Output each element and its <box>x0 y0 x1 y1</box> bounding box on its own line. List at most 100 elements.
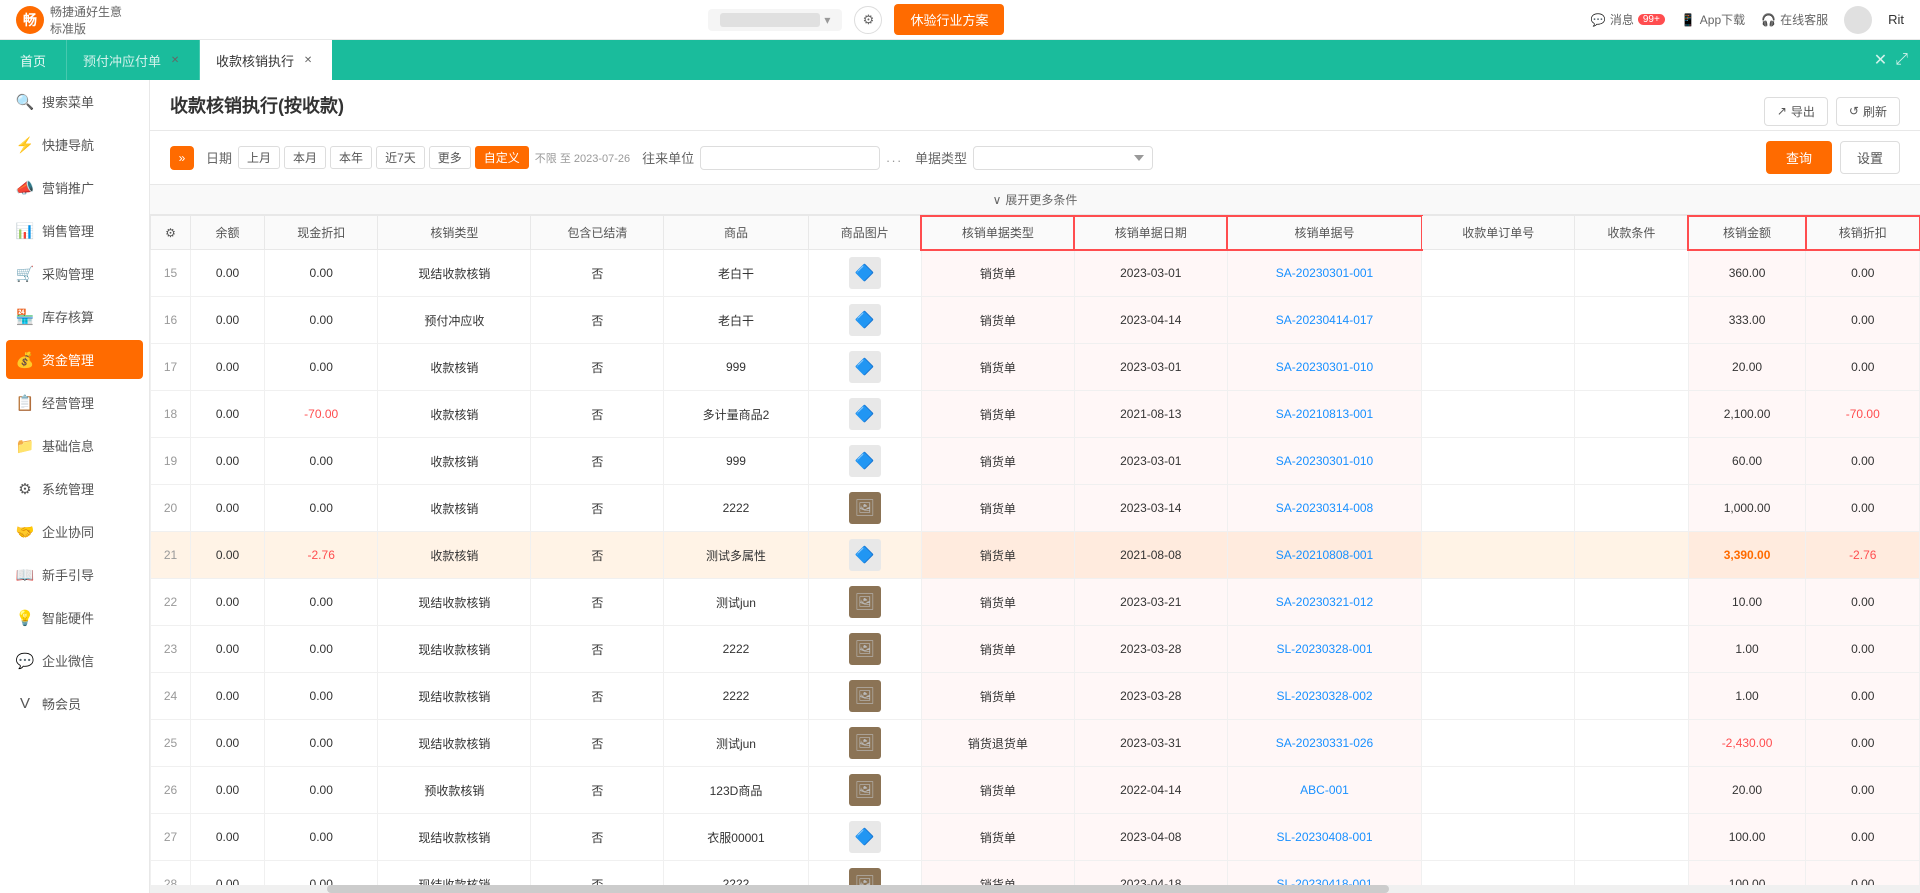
col-type: 核销类型 <box>378 216 531 250</box>
this-month-btn[interactable]: 本月 <box>284 146 326 169</box>
quick-nav-icon: ⚡ <box>16 136 34 154</box>
cell-voucher-no[interactable]: SA-20230321-012 <box>1227 579 1422 626</box>
cell-voucher-no[interactable]: SA-20230314-008 <box>1227 485 1422 532</box>
company-selector[interactable]: ▾ <box>708 9 842 31</box>
source-input[interactable] <box>700 146 880 170</box>
setting-button[interactable]: 设置 <box>1840 141 1900 174</box>
sidebar-item-system[interactable]: ⚙ 系统管理 <box>0 467 149 510</box>
cell-voucher-no[interactable]: SA-20230414-017 <box>1227 297 1422 344</box>
cell-voucher-date: 2021-08-08 <box>1074 532 1227 579</box>
cell-voucher-no[interactable]: SA-20230301-010 <box>1227 344 1422 391</box>
sidebar-item-marketing[interactable]: 📣 营销推广 <box>0 166 149 209</box>
more-date-btn[interactable]: 更多 <box>429 146 471 169</box>
sidebar-item-inventory[interactable]: 🏪 库存核算 <box>0 295 149 338</box>
sidebar-item-basic-info[interactable]: 📁 基础信息 <box>0 424 149 467</box>
table-row: 18 0.00 -70.00 收款核销 否 多计量商品2 🔷 销货单 2021-… <box>151 391 1920 438</box>
cell-voucher-no[interactable]: SA-20230301-001 <box>1227 250 1422 297</box>
cell-voucher-no[interactable]: SL-20230328-002 <box>1227 673 1422 720</box>
voucher-no-link[interactable]: SA-20210813-001 <box>1276 407 1373 421</box>
filter-date-item: 日期 上月 本月 本年 近7天 更多 自定义 不限 至 2023-07-26 <box>206 146 630 169</box>
voucher-no-link[interactable]: SL-20230408-001 <box>1276 830 1372 844</box>
industry-button[interactable]: 休验行业方案 <box>894 4 1004 35</box>
cell-settled: 否 <box>531 579 664 626</box>
sidebar-item-quick-nav[interactable]: ⚡ 快捷导航 <box>0 123 149 166</box>
message-button[interactable]: 💬 消息 99+ <box>1591 11 1665 28</box>
cell-voucher-no[interactable]: SA-20230331-026 <box>1227 720 1422 767</box>
cell-amount: 1,000.00 <box>1688 485 1806 532</box>
app-download-button[interactable]: 📱 App下载 <box>1681 11 1745 28</box>
cell-voucher-no[interactable]: SL-20230408-001 <box>1227 814 1422 861</box>
voucher-no-link[interactable]: SA-20230314-008 <box>1276 501 1373 515</box>
cell-product-img: 🔷 <box>808 297 921 344</box>
cell-type: 收款核销 <box>378 344 531 391</box>
sidebar-item-finance[interactable]: 💰 资金管理 <box>6 340 143 379</box>
voucher-no-link[interactable]: SA-20230301-010 <box>1276 454 1373 468</box>
col-order-no: 收款单订单号 <box>1422 216 1575 250</box>
refresh-button[interactable]: ↺ 刷新 <box>1836 97 1900 126</box>
cell-id: 26 <box>151 767 191 814</box>
table-row: 25 0.00 0.00 现结收款核销 否 测试jun 🖼 销货退货单 2023… <box>151 720 1920 767</box>
custom-date-btn[interactable]: 自定义 <box>475 146 529 169</box>
cell-voucher-no[interactable]: SA-20230301-010 <box>1227 438 1422 485</box>
inventory-icon: 🏪 <box>16 308 34 326</box>
this-year-btn[interactable]: 本年 <box>330 146 372 169</box>
table-row: 27 0.00 0.00 现结收款核销 否 衣服00001 🔷 销货单 2023… <box>151 814 1920 861</box>
sidebar-item-wechat[interactable]: 💬 企业微信 <box>0 639 149 682</box>
filter-action-btns: 查询 设置 <box>1766 141 1900 174</box>
gear-button[interactable]: ⚙ <box>854 6 882 34</box>
last-7-days-btn[interactable]: 近7天 <box>376 146 425 169</box>
cell-voucher-no[interactable]: ABC-001 <box>1227 767 1422 814</box>
voucher-no-link[interactable]: SL-20230328-002 <box>1276 689 1372 703</box>
filter-expand-button[interactable]: » <box>170 146 194 170</box>
cell-amount: 20.00 <box>1688 344 1806 391</box>
sidebar-item-member[interactable]: V 畅会员 <box>0 682 149 725</box>
sidebar-item-guide[interactable]: 📖 新手引导 <box>0 553 149 596</box>
sidebar-item-hardware[interactable]: 💡 智能硬件 <box>0 596 149 639</box>
cell-amount: 2,100.00 <box>1688 391 1806 438</box>
horizontal-scrollbar[interactable] <box>150 885 1920 893</box>
col-settings[interactable]: ⚙ <box>151 216 191 250</box>
tab-collection-close[interactable]: ✕ <box>300 52 316 68</box>
voucher-no-link[interactable]: SA-20230331-026 <box>1276 736 1373 750</box>
voucher-no-link[interactable]: ABC-001 <box>1300 783 1349 797</box>
cell-condition <box>1575 250 1688 297</box>
tab-collection[interactable]: 收款核销执行 ✕ <box>200 40 332 80</box>
cell-product-img: 🔷 <box>808 438 921 485</box>
query-button[interactable]: 查询 <box>1766 141 1832 174</box>
cell-voucher-no[interactable]: SA-20210813-001 <box>1227 391 1422 438</box>
sidebar-item-label: 企业微信 <box>42 651 94 670</box>
online-service-button[interactable]: 🎧 在线客服 <box>1761 11 1828 28</box>
cell-condition <box>1575 344 1688 391</box>
cell-id: 20 <box>151 485 191 532</box>
page-title-row: 收款核销执行(按收款) ↗ 导出 ↺ 刷新 <box>170 92 1900 130</box>
maximize-icon[interactable]: ⤢ <box>1895 51 1908 69</box>
cell-voucher-no[interactable]: SA-20210808-001 <box>1227 532 1422 579</box>
date-range-display: 不限 至 2023-07-26 <box>535 150 630 166</box>
voucher-type-select[interactable] <box>973 146 1153 170</box>
voucher-no-link[interactable]: SA-20230321-012 <box>1276 595 1373 609</box>
voucher-no-link[interactable]: SA-20230414-017 <box>1276 313 1373 327</box>
sidebar-item-search[interactable]: 🔍 搜索菜单 <box>0 80 149 123</box>
col-condition: 收款条件 <box>1575 216 1688 250</box>
sidebar-item-collab[interactable]: 🤝 企业协同 <box>0 510 149 553</box>
tab-prepay-label: 预付冲应付单 <box>83 51 161 70</box>
close-window-icon[interactable]: ✕ <box>1874 50 1887 70</box>
user-avatar[interactable] <box>1844 6 1872 34</box>
tab-prepay-close[interactable]: ✕ <box>167 52 183 68</box>
voucher-no-link[interactable]: SA-20210808-001 <box>1276 548 1373 562</box>
cell-product: 123D商品 <box>664 767 808 814</box>
expand-more-bar[interactable]: ∨ 展开更多条件 <box>150 185 1920 215</box>
voucher-no-link[interactable]: SA-20230301-001 <box>1276 266 1373 280</box>
voucher-no-link[interactable]: SA-20230301-010 <box>1276 360 1373 374</box>
sidebar-item-purchase[interactable]: 🛒 采购管理 <box>0 252 149 295</box>
export-button[interactable]: ↗ 导出 <box>1764 97 1828 126</box>
last-month-btn[interactable]: 上月 <box>238 146 280 169</box>
tab-home[interactable]: 首页 <box>0 40 67 80</box>
voucher-no-link[interactable]: SL-20230328-001 <box>1276 642 1372 656</box>
sidebar-item-sales[interactable]: 📊 销售管理 <box>0 209 149 252</box>
tab-prepay[interactable]: 预付冲应付单 ✕ <box>67 40 200 80</box>
cell-settled: 否 <box>531 344 664 391</box>
cell-voucher-no[interactable]: SL-20230328-001 <box>1227 626 1422 673</box>
sidebar-item-management[interactable]: 📋 经营管理 <box>0 381 149 424</box>
cell-id: 23 <box>151 626 191 673</box>
